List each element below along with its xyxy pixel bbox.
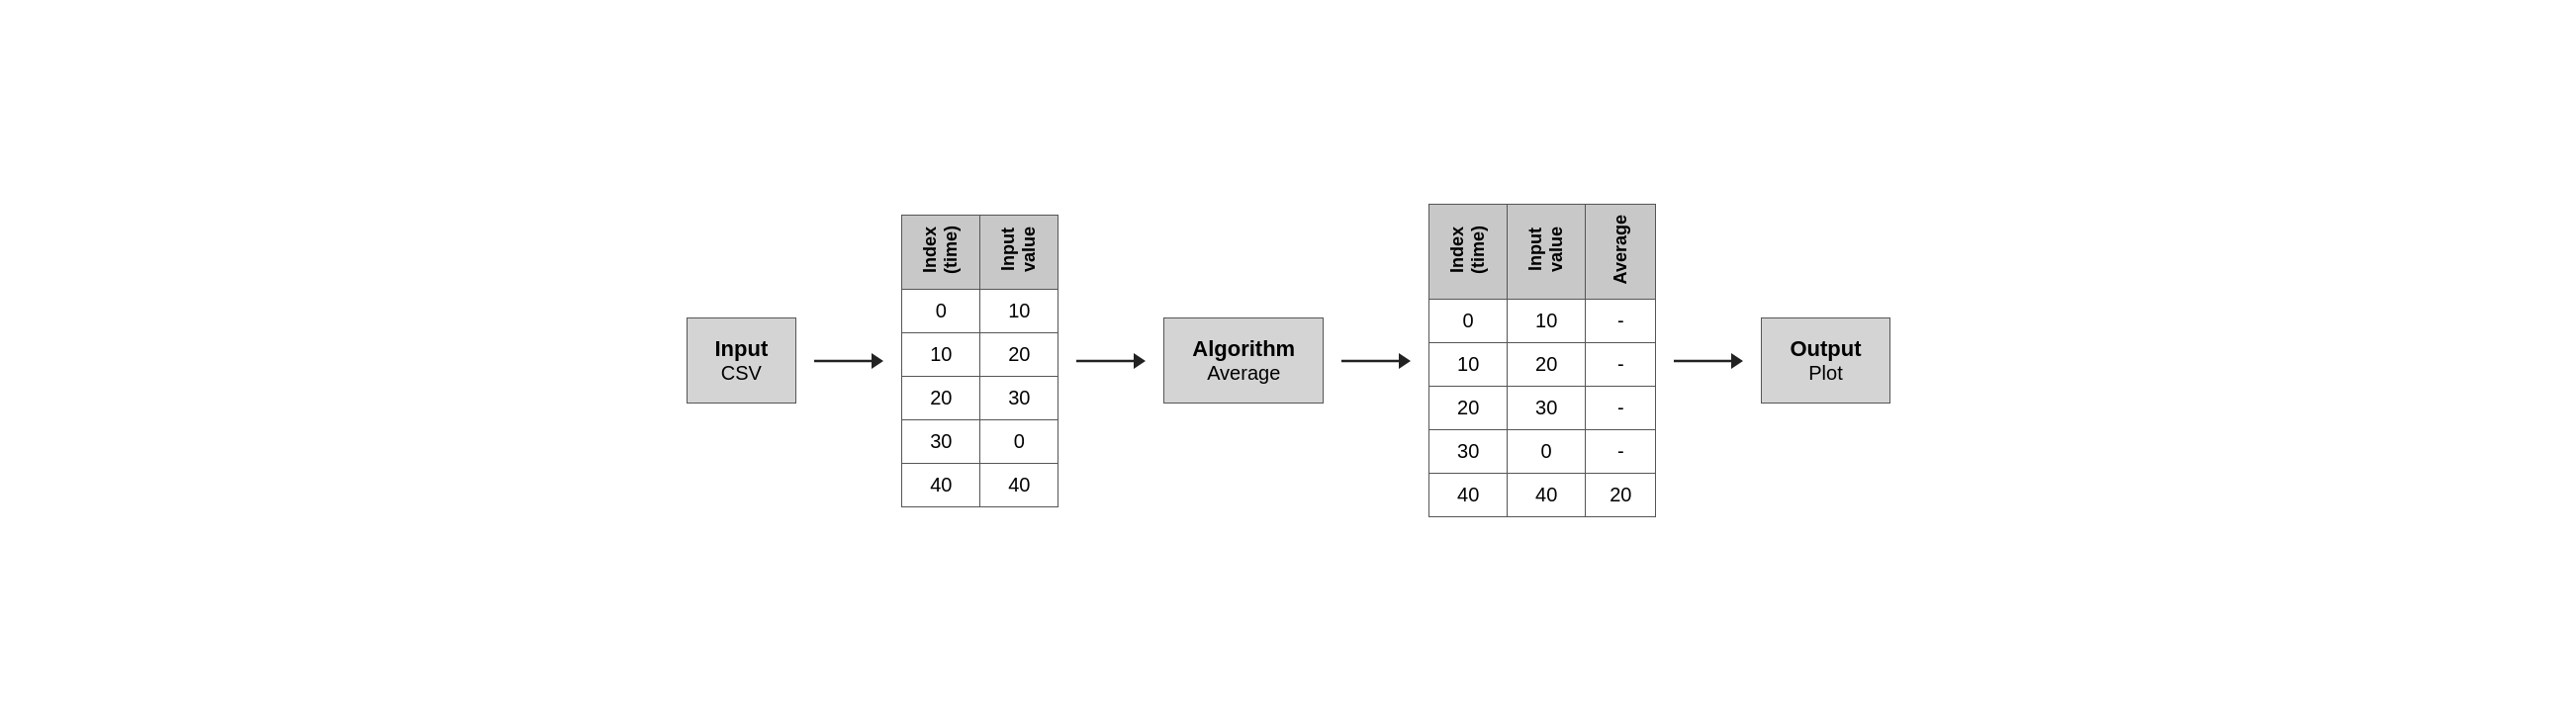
- algorithm-box-title: Algorithm: [1192, 336, 1295, 362]
- diagram: Input CSV Index(time) Inputvalue 0: [687, 204, 1890, 517]
- algorithm-box-subtitle: Average: [1192, 362, 1295, 385]
- table-row: 010-: [1429, 300, 1656, 343]
- table-row: 2030-: [1429, 387, 1656, 430]
- svg-marker-3: [1134, 353, 1146, 369]
- output-table-container: Index(time) Inputvalue Average 010-1020-…: [1428, 204, 1656, 517]
- output-box-title: Output: [1790, 336, 1861, 362]
- table-row: 2030: [902, 376, 1058, 419]
- algorithm-box: Algorithm Average: [1163, 317, 1324, 404]
- arrow-1: [814, 349, 883, 373]
- input-box-subtitle: CSV: [715, 362, 769, 385]
- table-row: 4040: [902, 463, 1058, 506]
- arrow-3: [1341, 349, 1411, 373]
- arrow-4: [1674, 349, 1743, 373]
- output-box-subtitle: Plot: [1790, 362, 1861, 385]
- input-table-header-value: Inputvalue: [980, 215, 1058, 289]
- output-table-header-average: Average: [1586, 204, 1656, 299]
- table-row: 010: [902, 289, 1058, 332]
- input-table-header-index: Index(time): [902, 215, 980, 289]
- table-row: 300-: [1429, 430, 1656, 474]
- table-row: 1020: [902, 332, 1058, 376]
- output-table: Index(time) Inputvalue Average 010-1020-…: [1428, 204, 1656, 517]
- svg-marker-7: [1731, 353, 1743, 369]
- output-box: Output Plot: [1761, 317, 1889, 404]
- input-box-title: Input: [715, 336, 769, 362]
- output-table-header-value: Inputvalue: [1508, 204, 1586, 299]
- input-table-container: Index(time) Inputvalue 01010202030300404…: [901, 215, 1058, 507]
- arrow-2: [1076, 349, 1146, 373]
- table-row: 404020: [1429, 474, 1656, 517]
- table-row: 1020-: [1429, 343, 1656, 387]
- table-row: 300: [902, 419, 1058, 463]
- input-table: Index(time) Inputvalue 01010202030300404…: [901, 215, 1058, 507]
- output-table-header-index: Index(time): [1429, 204, 1508, 299]
- svg-marker-5: [1399, 353, 1411, 369]
- input-box: Input CSV: [687, 317, 797, 404]
- svg-marker-1: [872, 353, 883, 369]
